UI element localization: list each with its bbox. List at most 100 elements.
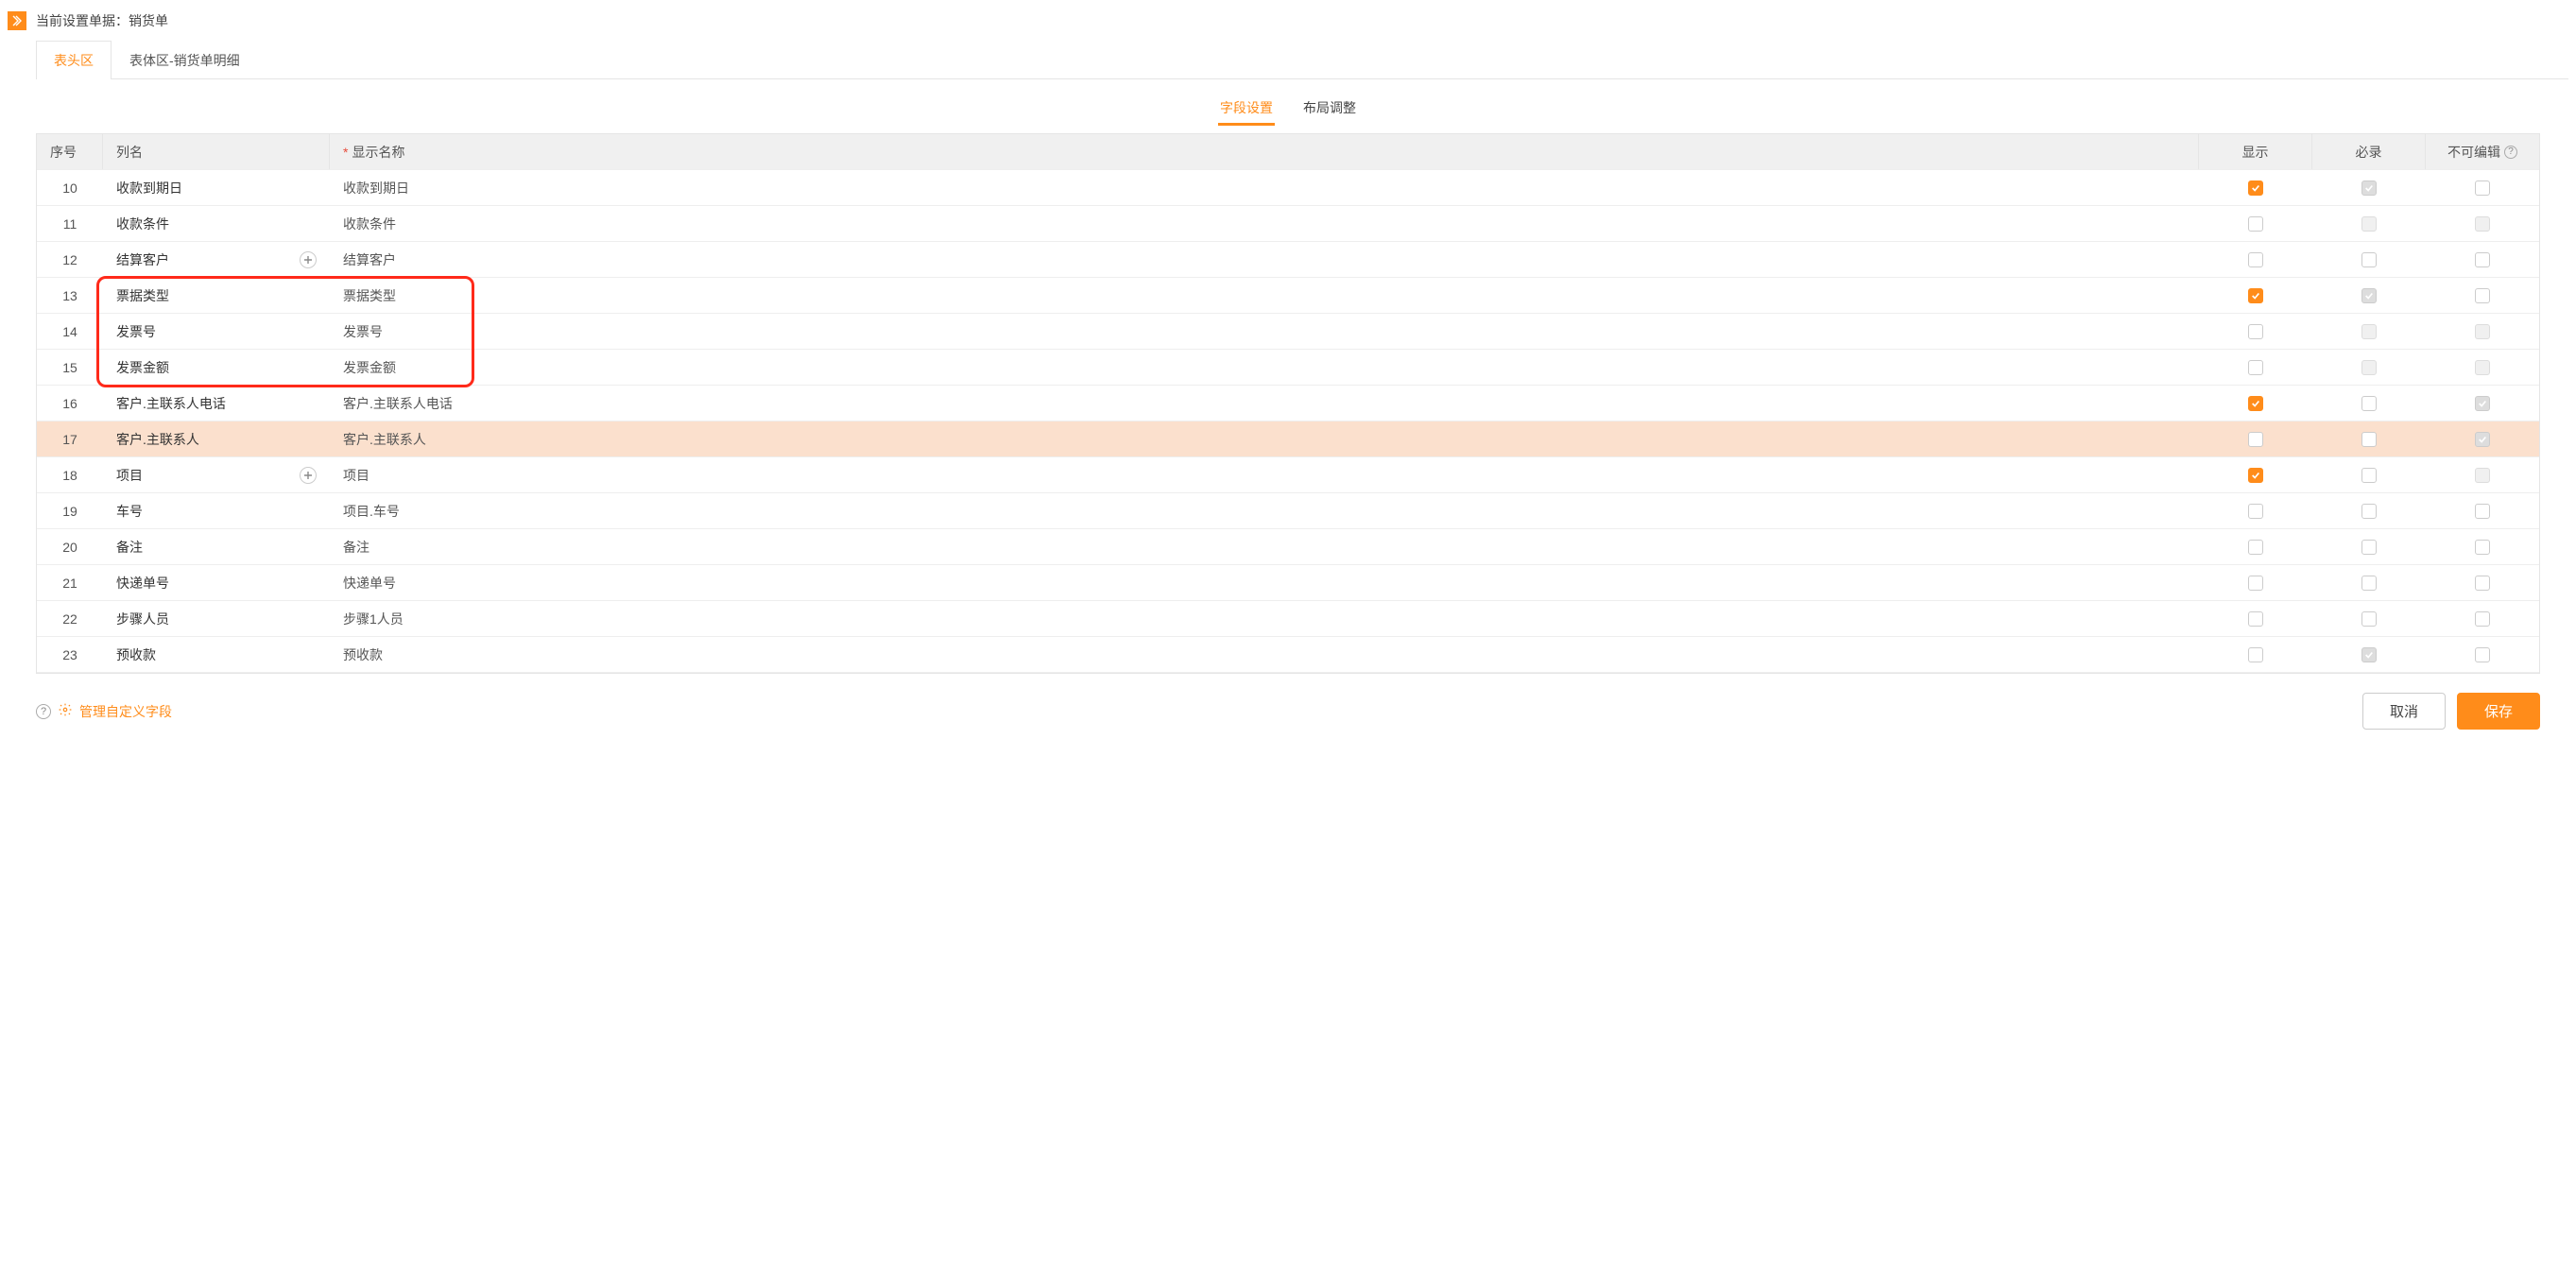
- table-row: 19 车号 项目.车号: [37, 493, 2539, 529]
- required-checkbox[interactable]: [2361, 396, 2377, 411]
- table-row: 20备注备注: [37, 529, 2539, 565]
- col-header-colname: 列名: [103, 134, 330, 169]
- show-checkbox[interactable]: [2248, 288, 2263, 303]
- plus-icon[interactable]: [300, 251, 317, 268]
- row-index: 19: [37, 504, 103, 519]
- show-checkbox[interactable]: [2248, 504, 2263, 519]
- readonly-checkbox[interactable]: [2475, 540, 2490, 555]
- required-checkbox: [2361, 288, 2377, 303]
- show-checkbox[interactable]: [2248, 396, 2263, 411]
- subtab-0[interactable]: 字段设置: [1218, 93, 1275, 126]
- row-display-name[interactable]: 项目.车号: [330, 502, 2199, 521]
- show-checkbox[interactable]: [2248, 216, 2263, 232]
- row-colname: 客户.主联系人电话: [103, 394, 330, 413]
- colname-text: 预收款: [116, 645, 156, 664]
- readonly-checkbox[interactable]: [2475, 504, 2490, 519]
- show-checkbox[interactable]: [2248, 252, 2263, 267]
- row-display-name[interactable]: 备注: [330, 538, 2199, 557]
- readonly-checkbox: [2475, 468, 2490, 483]
- row-colname: 结算客户: [103, 250, 330, 269]
- cancel-button[interactable]: 取消: [2362, 693, 2446, 730]
- tab-0[interactable]: 表头区: [36, 41, 112, 79]
- col-header-index: 序号: [37, 134, 103, 169]
- question-icon[interactable]: ?: [36, 704, 51, 719]
- row-colname: 票据类型: [103, 286, 330, 305]
- mode-subtabs: 字段设置布局调整: [8, 93, 2568, 126]
- readonly-checkbox[interactable]: [2475, 576, 2490, 591]
- footer-right: 取消 保存: [2362, 693, 2540, 730]
- table-row: 10收款到期日收款到期日: [37, 170, 2539, 206]
- table-row: 18项目项目: [37, 457, 2539, 493]
- col-header-readonly: 不可编辑?: [2426, 134, 2539, 169]
- row-display-name[interactable]: 票据类型: [330, 286, 2199, 305]
- doc-name: 销货单: [129, 13, 168, 28]
- readonly-checkbox[interactable]: [2475, 288, 2490, 303]
- save-button[interactable]: 保存: [2457, 693, 2540, 730]
- required-checkbox: [2361, 180, 2377, 196]
- row-display-name[interactable]: 客户.主联系人电话: [330, 394, 2199, 413]
- colname-text: 车号: [116, 502, 143, 521]
- row-colname: 预收款: [103, 645, 330, 664]
- table-row: 14发票号发票号: [37, 314, 2539, 350]
- show-checkbox[interactable]: [2248, 611, 2263, 627]
- row-display-name[interactable]: 项目: [330, 466, 2199, 485]
- manage-custom-fields-link[interactable]: 管理自定义字段: [79, 702, 172, 721]
- row-index: 14: [37, 324, 103, 339]
- col-header-required: 必录: [2312, 134, 2426, 169]
- gear-icon: [59, 703, 72, 719]
- row-display-name[interactable]: 快递单号: [330, 574, 2199, 593]
- table-row: 16客户.主联系人电话客户.主联系人电话: [37, 386, 2539, 421]
- show-checkbox[interactable]: [2248, 432, 2263, 447]
- show-checkbox[interactable]: [2248, 540, 2263, 555]
- show-checkbox[interactable]: [2248, 360, 2263, 375]
- row-colname: 收款条件: [103, 215, 330, 233]
- show-checkbox[interactable]: [2248, 647, 2263, 662]
- show-checkbox[interactable]: [2248, 324, 2263, 339]
- colname-text: 步骤人员: [116, 610, 169, 628]
- row-display-name[interactable]: 步骤1人员: [330, 610, 2199, 628]
- required-checkbox: [2361, 216, 2377, 232]
- row-index: 17: [37, 432, 103, 447]
- table-row: 23预收款预收款: [37, 637, 2539, 673]
- required-checkbox[interactable]: [2361, 432, 2377, 447]
- row-display-name[interactable]: 预收款: [330, 645, 2199, 664]
- required-star-icon: *: [343, 145, 348, 160]
- row-display-name[interactable]: 发票金额: [330, 358, 2199, 377]
- row-display-name[interactable]: 收款条件: [330, 215, 2199, 233]
- row-display-name[interactable]: 客户.主联系人: [330, 430, 2199, 449]
- required-checkbox[interactable]: [2361, 468, 2377, 483]
- required-checkbox[interactable]: [2361, 576, 2377, 591]
- row-index: 13: [37, 288, 103, 303]
- readonly-checkbox[interactable]: [2475, 252, 2490, 267]
- readonly-checkbox[interactable]: [2475, 611, 2490, 627]
- subtab-1[interactable]: 布局调整: [1301, 93, 1358, 126]
- col-header-display-text: 显示名称: [352, 143, 404, 162]
- required-checkbox[interactable]: [2361, 540, 2377, 555]
- plus-icon[interactable]: [300, 467, 317, 484]
- required-checkbox[interactable]: [2361, 611, 2377, 627]
- colname-text: 客户.主联系人: [116, 430, 199, 449]
- table-row: 21快递单号快递单号: [37, 565, 2539, 601]
- required-checkbox[interactable]: [2361, 504, 2377, 519]
- help-icon[interactable]: ?: [2504, 146, 2517, 159]
- row-colname: 收款到期日: [103, 179, 330, 198]
- required-checkbox[interactable]: [2361, 252, 2377, 267]
- row-display-name[interactable]: 结算客户: [330, 250, 2199, 269]
- colname-text: 收款条件: [116, 215, 169, 233]
- show-checkbox[interactable]: [2248, 576, 2263, 591]
- chevron-right-icon: [11, 15, 23, 26]
- row-colname: 客户.主联系人: [103, 430, 330, 449]
- grid-wrap: 序号 列名 *显示名称 显示 必录 不可编辑? 10收款到期日收款到期日11收款…: [8, 133, 2568, 674]
- expand-sidebar-button[interactable]: [8, 11, 26, 30]
- show-checkbox[interactable]: [2248, 180, 2263, 196]
- tab-1[interactable]: 表体区-销货单明细: [112, 41, 258, 79]
- footer: ? 管理自定义字段 取消 保存: [36, 687, 2540, 735]
- row-display-name[interactable]: 收款到期日: [330, 179, 2199, 198]
- row-display-name[interactable]: 发票号: [330, 322, 2199, 341]
- show-checkbox[interactable]: [2248, 468, 2263, 483]
- doc-label-prefix: 当前设置单据：: [36, 13, 129, 28]
- row-colname: 发票号: [103, 322, 330, 341]
- readonly-checkbox: [2475, 432, 2490, 447]
- readonly-checkbox[interactable]: [2475, 180, 2490, 196]
- readonly-checkbox[interactable]: [2475, 647, 2490, 662]
